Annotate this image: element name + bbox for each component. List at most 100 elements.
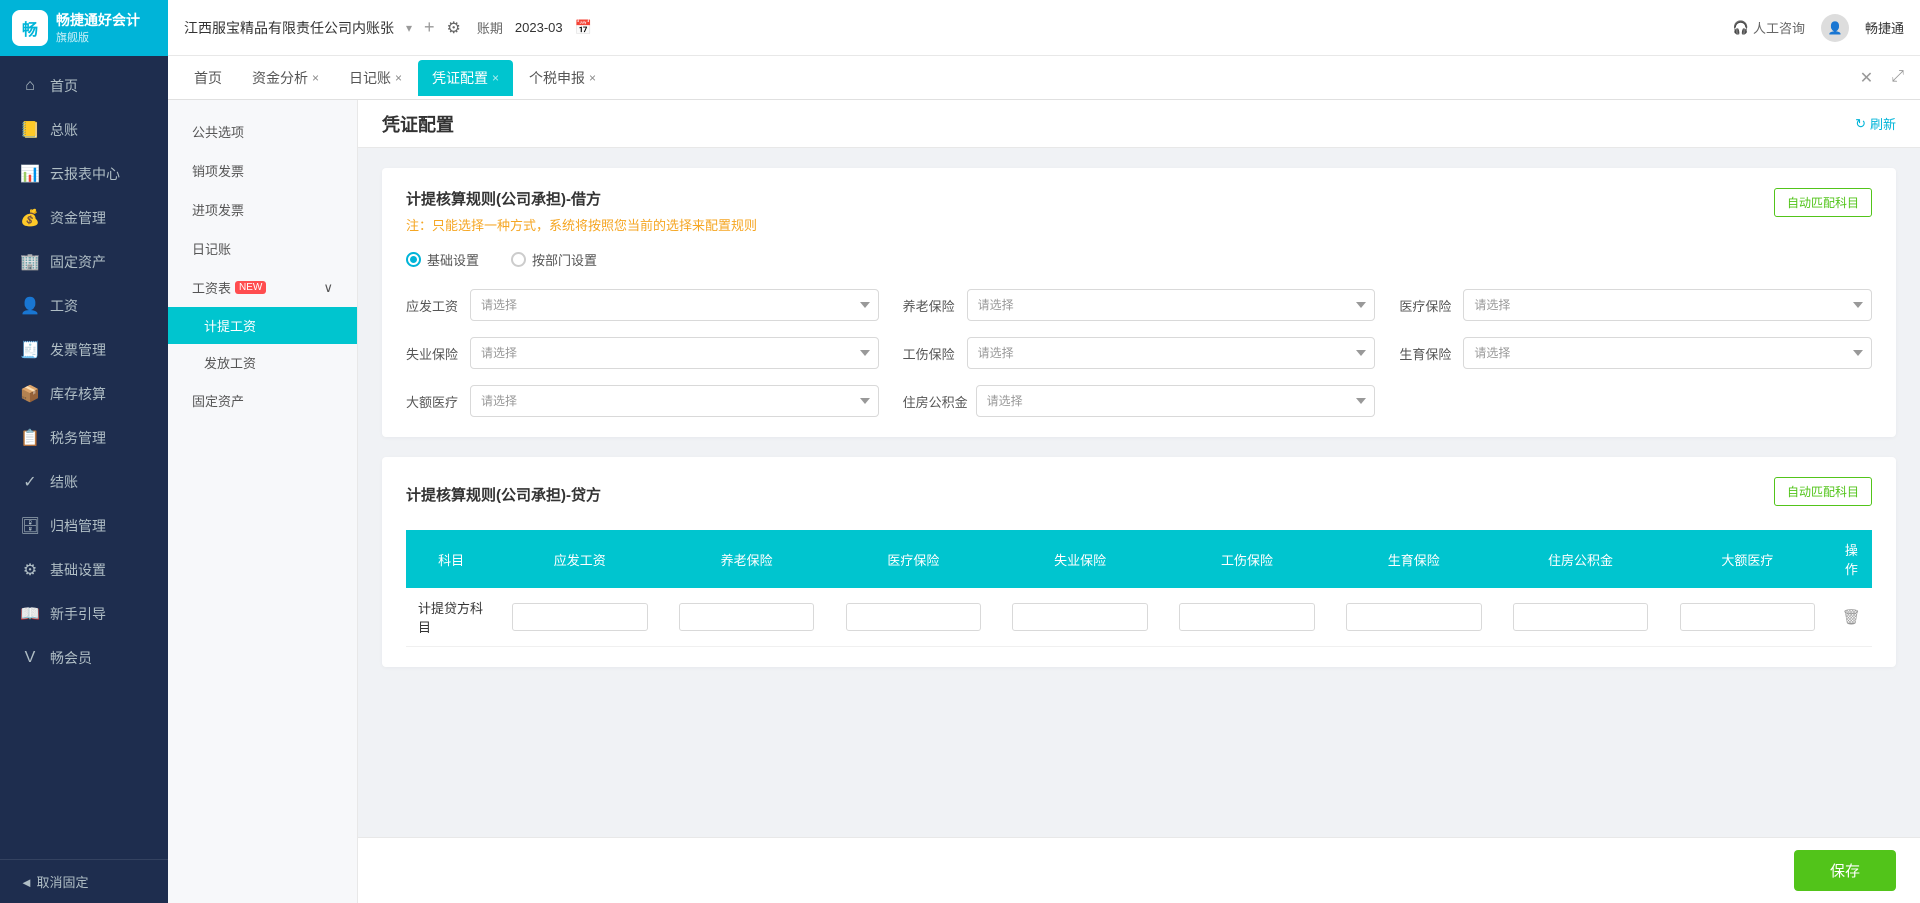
logo-char: 畅 bbox=[22, 16, 38, 40]
menu-group-payroll-header[interactable]: 工资表 NEW ∨ bbox=[168, 268, 357, 307]
cancel-pin-label: ◄ 取消固定 bbox=[20, 872, 88, 891]
radio-dept[interactable]: 按部门设置 bbox=[511, 250, 597, 269]
logo-icon: 畅 bbox=[12, 10, 48, 46]
th-shiye: 失业保险 bbox=[997, 530, 1164, 588]
company-dropdown-icon[interactable]: ▾ bbox=[406, 21, 412, 35]
home-icon: ⌂ bbox=[20, 77, 40, 95]
page-body: 计提核算规则(公司承担)-借方 注：只能选择一种方式，系统将按照您当前的选择来配… bbox=[358, 148, 1920, 837]
tab-voucher-close-icon[interactable]: × bbox=[492, 71, 499, 85]
ledger-icon: 📒 bbox=[20, 120, 40, 140]
content-area: 公共选项 销项发票 进项发票 日记账 工资表 NEW ∨ 计提工资 发放工资 固… bbox=[168, 100, 1920, 903]
topbar: 江西服宝精品有限责任公司内账张 ▾ + ⚙ 账期 2023-03 📅 🎧 人工咨… bbox=[168, 0, 1920, 56]
menu-item-sales[interactable]: 销项发票 bbox=[168, 151, 357, 190]
calendar-icon[interactable]: 📅 bbox=[575, 19, 592, 36]
select-gongshang[interactable]: 请选择 bbox=[967, 337, 1376, 369]
menu-sub-item-calc[interactable]: 计提工资 bbox=[168, 307, 357, 344]
sidebar-item-ledger[interactable]: 📒 总账 bbox=[0, 108, 168, 152]
sidebar-item-inventory[interactable]: 📦 库存核算 bbox=[0, 372, 168, 416]
add-company-button[interactable]: + bbox=[424, 17, 435, 38]
debit-section-note: 注：只能选择一种方式，系统将按照您当前的选择来配置规则 bbox=[406, 215, 757, 234]
input-credit-yingfa[interactable] bbox=[512, 603, 648, 631]
sidebar-item-vip[interactable]: V 畅会员 bbox=[0, 636, 168, 680]
tabbar: 首页 资金分析 × 日记账 × 凭证配置 × 个税申报 × ✕ ⤢ bbox=[168, 56, 1920, 100]
sidebar-label-checkout: 结账 bbox=[50, 472, 78, 492]
tab-capital[interactable]: 资金分析 × bbox=[238, 60, 333, 96]
tab-voucher-label: 凭证配置 bbox=[432, 68, 488, 88]
tab-tax[interactable]: 个税申报 × bbox=[515, 60, 610, 96]
table-row: 计提贷方科目 🗑 bbox=[406, 588, 1872, 647]
sidebar-label-tax: 税务管理 bbox=[50, 428, 106, 448]
th-yanglao: 养老保险 bbox=[663, 530, 830, 588]
cell-yingfa bbox=[496, 588, 663, 647]
sidebar-item-archive[interactable]: 🗄 归档管理 bbox=[0, 504, 168, 548]
select-yanglao[interactable]: 请选择 bbox=[967, 289, 1376, 321]
tab-capital-close-icon[interactable]: × bbox=[312, 71, 319, 85]
select-gjj[interactable]: 请选择 bbox=[976, 385, 1376, 417]
sidebar-item-capital[interactable]: 💰 资金管理 bbox=[0, 196, 168, 240]
menu-item-fixed-assets[interactable]: 固定资产 bbox=[168, 381, 357, 420]
sidebar-item-checkout[interactable]: ✓ 结账 bbox=[0, 460, 168, 504]
refresh-label: 刷新 bbox=[1870, 114, 1896, 133]
input-credit-shiye[interactable] bbox=[1012, 603, 1148, 631]
cell-gjj bbox=[1497, 588, 1664, 647]
debit-auto-match-button[interactable]: 自动匹配科目 bbox=[1774, 188, 1872, 217]
radio-basic[interactable]: 基础设置 bbox=[406, 250, 479, 269]
tab-journal-close-icon[interactable]: × bbox=[395, 71, 402, 85]
main-area: 江西服宝精品有限责任公司内账张 ▾ + ⚙ 账期 2023-03 📅 🎧 人工咨… bbox=[168, 0, 1920, 903]
input-credit-gjj[interactable] bbox=[1513, 603, 1649, 631]
new-badge: NEW bbox=[235, 281, 266, 294]
input-credit-yanglao[interactable] bbox=[679, 603, 815, 631]
sidebar-item-invoice[interactable]: 🧾 发票管理 bbox=[0, 328, 168, 372]
sidebar-item-guide[interactable]: 📖 新手引导 bbox=[0, 592, 168, 636]
input-credit-dae[interactable] bbox=[1680, 603, 1816, 631]
select-shengyu[interactable]: 请选择 bbox=[1463, 337, 1872, 369]
archive-icon: 🗄 bbox=[20, 516, 40, 536]
sidebar-cancel-pin[interactable]: ◄ 取消固定 bbox=[0, 859, 168, 903]
menu-item-public[interactable]: 公共选项 bbox=[168, 112, 357, 151]
tab-journal[interactable]: 日记账 × bbox=[335, 60, 416, 96]
tab-voucher[interactable]: 凭证配置 × bbox=[418, 60, 513, 96]
tab-capital-label: 资金分析 bbox=[252, 68, 308, 88]
sidebar-item-home[interactable]: ⌂ 首页 bbox=[0, 64, 168, 108]
delete-row-button[interactable]: 🗑 bbox=[1842, 609, 1861, 626]
sidebar: 畅 畅捷通好会计 旗舰版 ⌂ 首页 📒 总账 📊 云报表中心 💰 资金管理 🏢 … bbox=[0, 0, 168, 903]
select-yingfa[interactable]: 请选择 bbox=[470, 289, 879, 321]
sidebar-item-salary[interactable]: 👤 工资 bbox=[0, 284, 168, 328]
sidebar-label-ledger: 总账 bbox=[50, 120, 78, 140]
th-subject: 科目 bbox=[406, 530, 496, 588]
tab-tax-close-icon[interactable]: × bbox=[589, 71, 596, 85]
th-gjj: 住房公积金 bbox=[1497, 530, 1664, 588]
tab-home[interactable]: 首页 bbox=[180, 60, 236, 96]
select-dae[interactable]: 请选择 bbox=[470, 385, 879, 417]
save-bar: 保存 bbox=[358, 837, 1920, 903]
maximize-icon[interactable]: ⤢ bbox=[1887, 64, 1908, 92]
credit-auto-match-button[interactable]: 自动匹配科目 bbox=[1774, 477, 1872, 506]
menu-item-purchase[interactable]: 进项发票 bbox=[168, 190, 357, 229]
form-row-gjj: 住房公积金 请选择 bbox=[903, 385, 1376, 417]
refresh-button[interactable]: ↻ 刷新 bbox=[1855, 114, 1896, 133]
tax-icon: 📋 bbox=[20, 428, 40, 448]
sidebar-item-settings[interactable]: ⚙ 基础设置 bbox=[0, 548, 168, 592]
sidebar-item-reports[interactable]: 📊 云报表中心 bbox=[0, 152, 168, 196]
sidebar-item-assets[interactable]: 🏢 固定资产 bbox=[0, 240, 168, 284]
sidebar-item-tax[interactable]: 📋 税务管理 bbox=[0, 416, 168, 460]
settings-gear-icon[interactable]: ⚙ bbox=[447, 18, 461, 38]
input-credit-gongshang[interactable] bbox=[1179, 603, 1315, 631]
support-button[interactable]: 🎧 人工咨询 bbox=[1733, 18, 1805, 37]
radio-dept-circle bbox=[511, 252, 526, 267]
input-credit-shengyu[interactable] bbox=[1346, 603, 1482, 631]
sidebar-logo: 畅 畅捷通好会计 旗舰版 bbox=[0, 0, 168, 56]
sidebar-label-assets: 固定资产 bbox=[50, 252, 106, 272]
menu-sub-item-dist[interactable]: 发放工资 bbox=[168, 344, 357, 381]
menu-item-journal[interactable]: 日记账 bbox=[168, 229, 357, 268]
select-shiye[interactable]: 请选择 bbox=[470, 337, 879, 369]
page-title: 凭证配置 bbox=[382, 111, 454, 137]
cell-gongshang bbox=[1164, 588, 1331, 647]
input-credit-yiliao[interactable] bbox=[846, 603, 982, 631]
close-window-icon[interactable]: ✕ bbox=[1856, 64, 1877, 92]
save-button[interactable]: 保存 bbox=[1794, 850, 1896, 891]
debit-form-grid: 应发工资 请选择 养老保险 请选择 医疗保险 bbox=[406, 289, 1872, 417]
username-label: 畅捷通 bbox=[1865, 18, 1904, 37]
left-menu: 公共选项 销项发票 进项发票 日记账 工资表 NEW ∨ 计提工资 发放工资 固… bbox=[168, 100, 358, 903]
select-yiliao[interactable]: 请选择 bbox=[1463, 289, 1872, 321]
